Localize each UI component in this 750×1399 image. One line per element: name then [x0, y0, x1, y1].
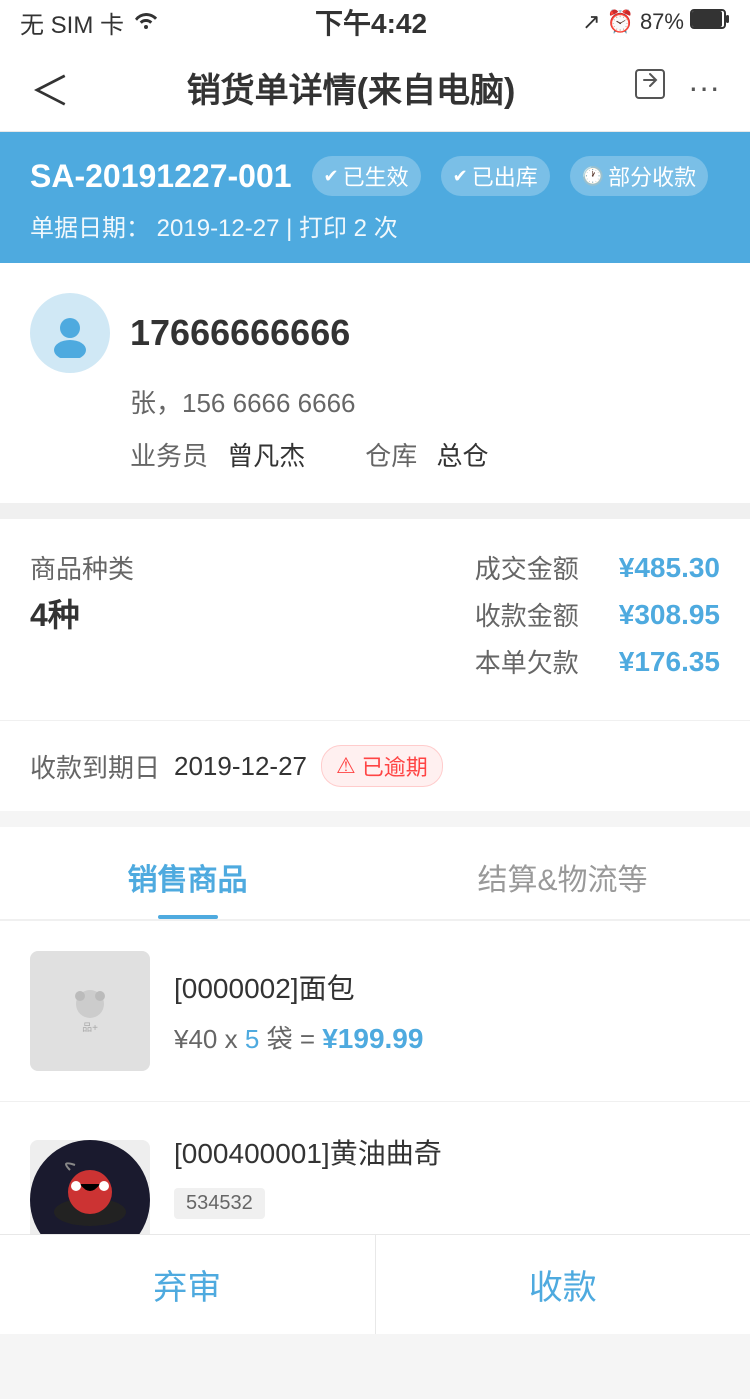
customer-name: 17666666666	[130, 312, 350, 354]
due-amount-label: 本单欠款	[475, 643, 579, 680]
product-info-1: [0000002]面包 ¥40 x 5 袋 = ¥199.99	[174, 967, 720, 1056]
due-amount-value: ¥176.35	[619, 646, 720, 678]
badge-effective: ✔ 已生效	[312, 156, 421, 196]
tab-settlement[interactable]: 结算&物流等	[375, 827, 750, 919]
table-row: 品+ [0000002]面包 ¥40 x 5 袋 = ¥199.99	[0, 921, 750, 1102]
warehouse-field: 仓库 总仓	[365, 436, 488, 473]
section-divider-1	[0, 503, 750, 519]
badge-shipped: ✔ 已出库	[441, 156, 550, 196]
location-icon: ↗	[582, 9, 600, 35]
product-thumbnail-1: 品+	[30, 951, 150, 1071]
carrier-text: 无 SIM 卡	[20, 5, 124, 40]
product-type-count: 4种	[30, 590, 134, 636]
tabs-container: 销售商品 结算&物流等	[0, 827, 750, 921]
received-amount-value: ¥308.95	[619, 599, 720, 631]
battery-icon	[690, 8, 730, 36]
product-price-1: ¥40 x 5 袋 = ¥199.99	[174, 1019, 720, 1056]
salesperson-field: 业务员 曾凡杰	[130, 436, 305, 473]
status-right: ↗ ⏰ 87%	[582, 8, 730, 36]
badge-partial: 🕐 部分收款	[570, 156, 708, 196]
due-date-value: 2019-12-27	[174, 751, 307, 782]
alarm-icon: ⏰	[607, 9, 634, 35]
tab-sales-products[interactable]: 销售商品	[0, 827, 375, 919]
overdue-text: 已逾期	[362, 750, 428, 782]
nav-bar: ＜ 销货单详情(来自电脑) ···	[0, 44, 750, 132]
cancel-button[interactable]: 弃审	[0, 1235, 375, 1334]
deal-amount-value: ¥485.30	[619, 552, 720, 584]
customer-meta: 业务员 曾凡杰 仓库 总仓	[30, 436, 720, 473]
order-header: SA-20191227-001 ✔ 已生效 ✔ 已出库 🕐 部分收款 单据日期：…	[0, 132, 750, 263]
share-icon[interactable]	[632, 66, 668, 110]
summary-amounts: 成交金额 ¥485.30 收款金额 ¥308.95 本单欠款 ¥176.35	[475, 549, 720, 690]
customer-section: 17666666666 张，156 6666 6666 业务员 曾凡杰 仓库 总…	[0, 263, 750, 503]
order-date: 单据日期： 2019-12-27 | 打印 2 次	[30, 208, 720, 243]
customer-contact: 张，156 6666 6666	[30, 383, 720, 420]
overdue-badge: ⚠ 已逾期	[321, 745, 443, 787]
wifi-icon	[132, 8, 160, 36]
due-date-label: 收款到期日	[30, 748, 160, 785]
product-name-2: [000400001]黄油曲奇	[174, 1132, 720, 1172]
status-bar: 无 SIM 卡 下午4:42 ↗ ⏰ 87%	[0, 0, 750, 44]
order-number: SA-20191227-001	[30, 158, 292, 195]
product-tag-2: 534532	[174, 1188, 265, 1219]
status-time: 下午4:42	[315, 2, 427, 42]
more-icon[interactable]: ···	[688, 69, 720, 106]
customer-avatar	[30, 293, 110, 373]
back-button[interactable]: ＜	[30, 59, 70, 117]
check-icon-2: ✔	[453, 166, 468, 187]
status-left: 无 SIM 卡	[20, 5, 160, 40]
warning-icon: ⚠	[336, 753, 356, 779]
clock-icon: 🕐	[582, 166, 604, 187]
product-type-label: 商品种类	[30, 549, 134, 586]
due-date-section: 收款到期日 2019-12-27 ⚠ 已逾期	[0, 720, 750, 811]
product-name-1: [0000002]面包	[174, 967, 720, 1007]
bottom-bar: 弃审 收款	[0, 1234, 750, 1334]
check-icon: ✔	[324, 166, 339, 187]
deal-amount-label: 成交金额	[475, 549, 579, 586]
confirm-button[interactable]: 收款	[375, 1235, 750, 1334]
nav-actions: ···	[632, 66, 720, 110]
svg-text:品+: 品+	[82, 1022, 98, 1034]
summary-section: 商品种类 4种 成交金额 ¥485.30 收款金额 ¥308.95 本单欠款 ¥…	[0, 519, 750, 720]
battery-text: 87%	[640, 9, 684, 35]
page-title: 销货单详情(来自电脑)	[187, 63, 516, 112]
received-amount-label: 收款金额	[475, 596, 579, 633]
